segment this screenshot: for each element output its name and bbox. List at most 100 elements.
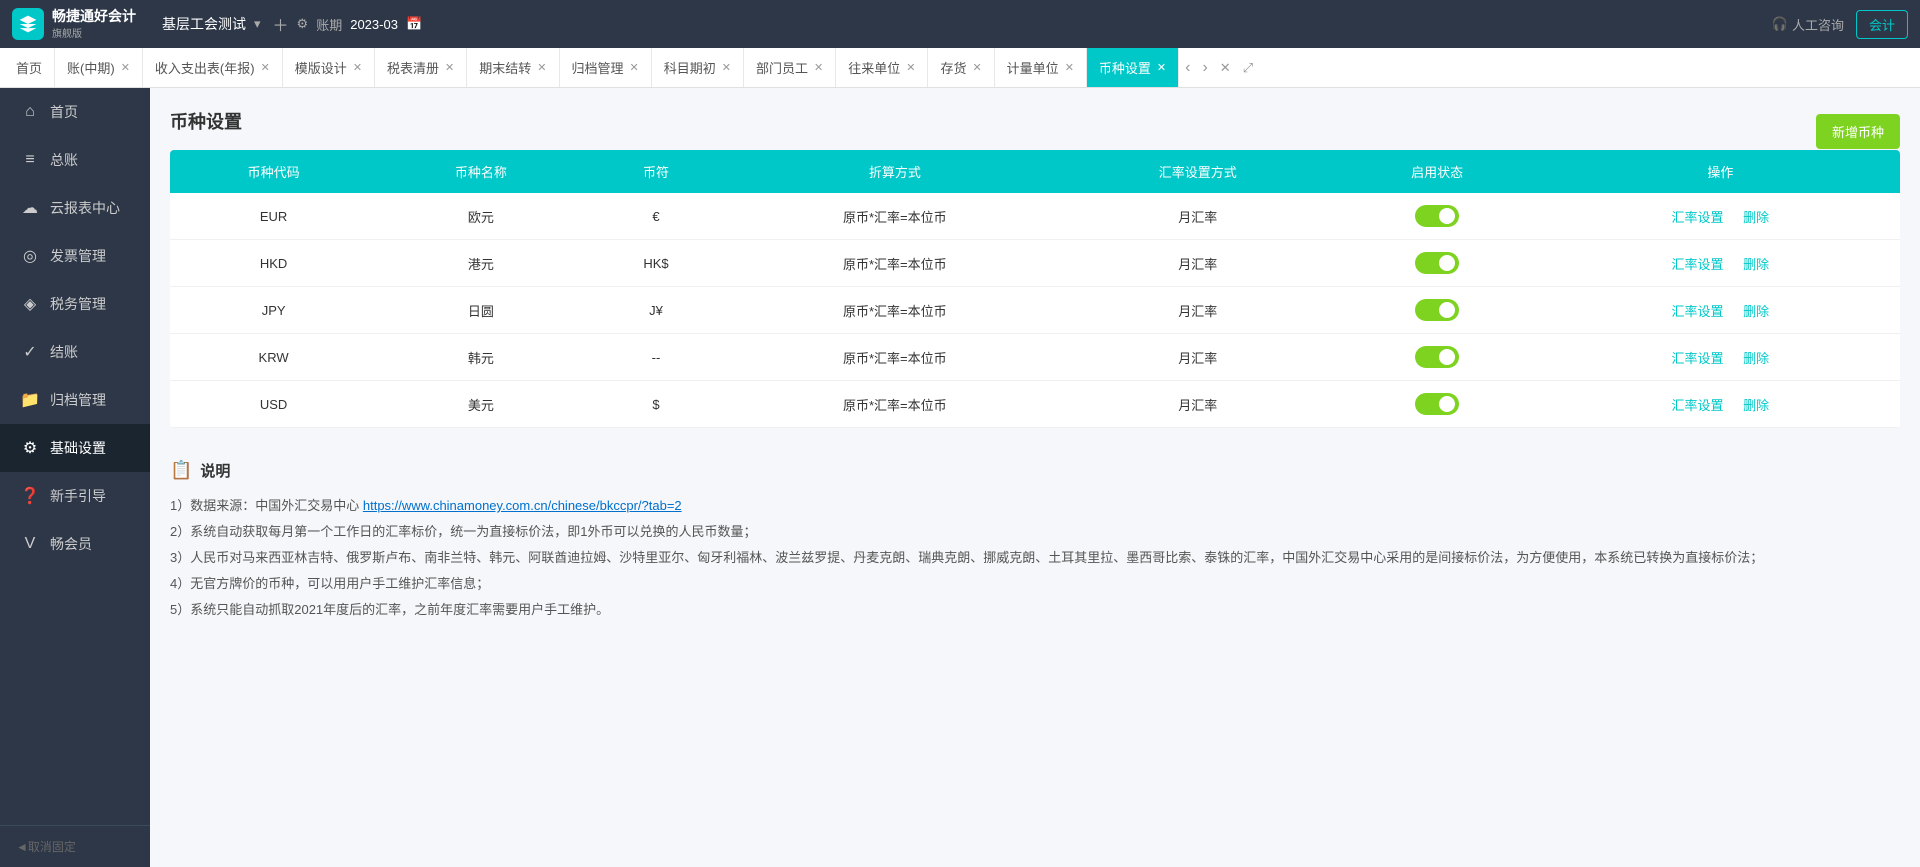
sidebar-item-invoice[interactable]: ◎ 发票管理 [0,232,150,280]
help-btn[interactable]: 🎧 人工咨询 [1772,15,1844,34]
tab-template[interactable]: 模版设计 ✕ [283,48,375,88]
col-rate-type: 汇率设置方式 [1062,150,1333,193]
delete-link[interactable]: 删除 [1743,398,1769,413]
cell-symbol: -- [584,334,727,381]
cell-rate-type: 月汇率 [1062,381,1333,428]
sidebar-item-tax[interactable]: ◈ 税务管理 [0,280,150,328]
tab-income-report[interactable]: 收入支出表(年报) ✕ [143,48,283,88]
company-name[interactable]: 基层工会测试 [162,14,246,34]
tab-archive[interactable]: 归档管理 ✕ [560,48,652,88]
add-tab-btn[interactable]: ＋ [273,12,289,36]
tab-close-icon[interactable]: ✕ [261,61,270,74]
notice-title: 📋 说明 [170,460,1900,481]
tab-next-btn[interactable]: › [1196,59,1213,77]
sidebar-item-ledger[interactable]: ≡ 总账 [0,136,150,184]
cell-actions: 汇率设置 删除 [1541,381,1900,428]
tab-close-icon[interactable]: ✕ [121,61,130,74]
tab-dept[interactable]: 部门员工 ✕ [744,48,836,88]
sidebar-item-checkout[interactable]: ✓ 结账 [0,328,150,376]
table-header-row: 币种代码 币种名称 币符 折算方式 汇率设置方式 启用状态 操作 [170,150,1900,193]
tab-currency[interactable]: 币种设置 ✕ [1087,48,1179,88]
tab-subjects[interactable]: 科目期初 ✕ [652,48,744,88]
tab-close-icon[interactable]: ✕ [1065,61,1074,74]
cell-calc: 原币*汇率=本位币 [728,381,1063,428]
cell-rate-type: 月汇率 [1062,240,1333,287]
account-button[interactable]: 会计 [1856,10,1908,39]
currency-table: 币种代码 币种名称 币符 折算方式 汇率设置方式 启用状态 操作 EUR 欧元 … [170,150,1900,428]
table-row: EUR 欧元 € 原币*汇率=本位币 月汇率 汇率设置 删除 [170,193,1900,240]
rate-setting-link[interactable]: 汇率设置 [1672,398,1724,413]
toggle-enabled[interactable] [1415,393,1459,415]
delete-link[interactable]: 删除 [1743,210,1769,225]
cell-code: USD [170,381,377,428]
cell-symbol: HK$ [584,240,727,287]
tab-period[interactable]: 账(中期) ✕ [55,48,143,88]
cell-actions: 汇率设置 删除 [1541,240,1900,287]
tab-close-icon[interactable]: ✕ [537,61,546,74]
col-name: 币种名称 [377,150,584,193]
cell-code: HKD [170,240,377,287]
sidebar-item-settings[interactable]: ⚙ 基础设置 [0,424,150,472]
logo-area: 畅捷通好会计 旗舰版 [12,8,162,40]
rate-setting-link[interactable]: 汇率设置 [1672,257,1724,272]
toggle-enabled[interactable] [1415,346,1459,368]
tab-contacts[interactable]: 往来单位 ✕ [836,48,928,88]
new-currency-btn[interactable]: 新增币种 [1816,114,1900,149]
tab-close-icon[interactable]: ✕ [630,61,639,74]
rate-setting-link[interactable]: 汇率设置 [1672,304,1724,319]
tab-close-icon[interactable]: ✕ [814,61,823,74]
rate-setting-link[interactable]: 汇率设置 [1672,210,1724,225]
tab-close-icon[interactable]: ✕ [972,61,981,74]
cell-toggle [1333,287,1540,334]
tab-close-icon[interactable]: ✕ [906,61,915,74]
member-icon: V [20,535,40,553]
sidebar-item-reports[interactable]: ☁ 云报表中心 [0,184,150,232]
notice-list: 1）数据来源：中国外汇交易中心 https://www.chinamoney.c… [170,493,1900,623]
settings-icon[interactable]: ⚙ [297,16,309,32]
delete-link[interactable]: 删除 [1743,257,1769,272]
notice-item-1: 1）数据来源：中国外汇交易中心 https://www.chinamoney.c… [170,493,1900,519]
delete-link[interactable]: 删除 [1743,304,1769,319]
tab-close-icon[interactable]: ✕ [722,61,731,74]
toggle-enabled[interactable] [1415,205,1459,227]
tab-close-all-btn[interactable]: ✕ [1214,60,1237,76]
tab-inventory[interactable]: 存货 ✕ [928,48,994,88]
tab-home[interactable]: 首页 [4,48,55,88]
tab-close-icon[interactable]: ✕ [1157,61,1166,74]
toggle-enabled[interactable] [1415,252,1459,274]
tab-close-icon[interactable]: ✕ [445,61,454,74]
col-status: 启用状态 [1333,150,1540,193]
sidebar-item-home[interactable]: ⌂ 首页 [0,88,150,136]
notice-item-4: 4）无官方牌价的币种，可以用用户手工维护汇率信息； [170,571,1900,597]
home-icon: ⌂ [20,103,40,121]
toggle-enabled[interactable] [1415,299,1459,321]
cell-calc: 原币*汇率=本位币 [728,334,1063,381]
sidebar-item-archive[interactable]: 📁 归档管理 [0,376,150,424]
calendar-icon[interactable]: 📅 [406,16,422,32]
cell-rate-type: 月汇率 [1062,193,1333,240]
period-value: 2023-03 [350,17,398,32]
tab-period-end[interactable]: 期末结转 ✕ [467,48,559,88]
sidebar-item-member[interactable]: V 畅会员 [0,520,150,568]
company-dropdown-icon[interactable]: ▾ [254,16,261,32]
table-row: USD 美元 $ 原币*汇率=本位币 月汇率 汇率设置 删除 [170,381,1900,428]
cell-toggle [1333,381,1540,428]
rate-setting-link[interactable]: 汇率设置 [1672,351,1724,366]
cell-name: 欧元 [377,193,584,240]
delete-link[interactable]: 删除 [1743,351,1769,366]
tax-icon: ◈ [20,294,40,314]
tab-expand-btn[interactable]: ⤢ [1237,60,1259,76]
tab-close-icon[interactable]: ✕ [353,61,362,74]
tab-tax[interactable]: 税表清册 ✕ [375,48,467,88]
notice-icon: 📋 [170,460,192,481]
sidebar-item-guide[interactable]: ❓ 新手引导 [0,472,150,520]
sidebar-pin-btn[interactable]: ◄取消固定 [0,825,150,867]
notice-link[interactable]: https://www.chinamoney.com.cn/chinese/bk… [363,498,682,513]
gear-icon: ⚙ [20,438,40,458]
top-header: 畅捷通好会计 旗舰版 基层工会测试 ▾ ＋ ⚙ 账期 2023-03 📅 🎧 人… [0,0,1920,48]
cell-toggle [1333,334,1540,381]
tab-unit[interactable]: 计量单位 ✕ [995,48,1087,88]
tab-prev-btn[interactable]: ‹ [1179,59,1196,77]
cell-calc: 原币*汇率=本位币 [728,240,1063,287]
cell-symbol: € [584,193,727,240]
